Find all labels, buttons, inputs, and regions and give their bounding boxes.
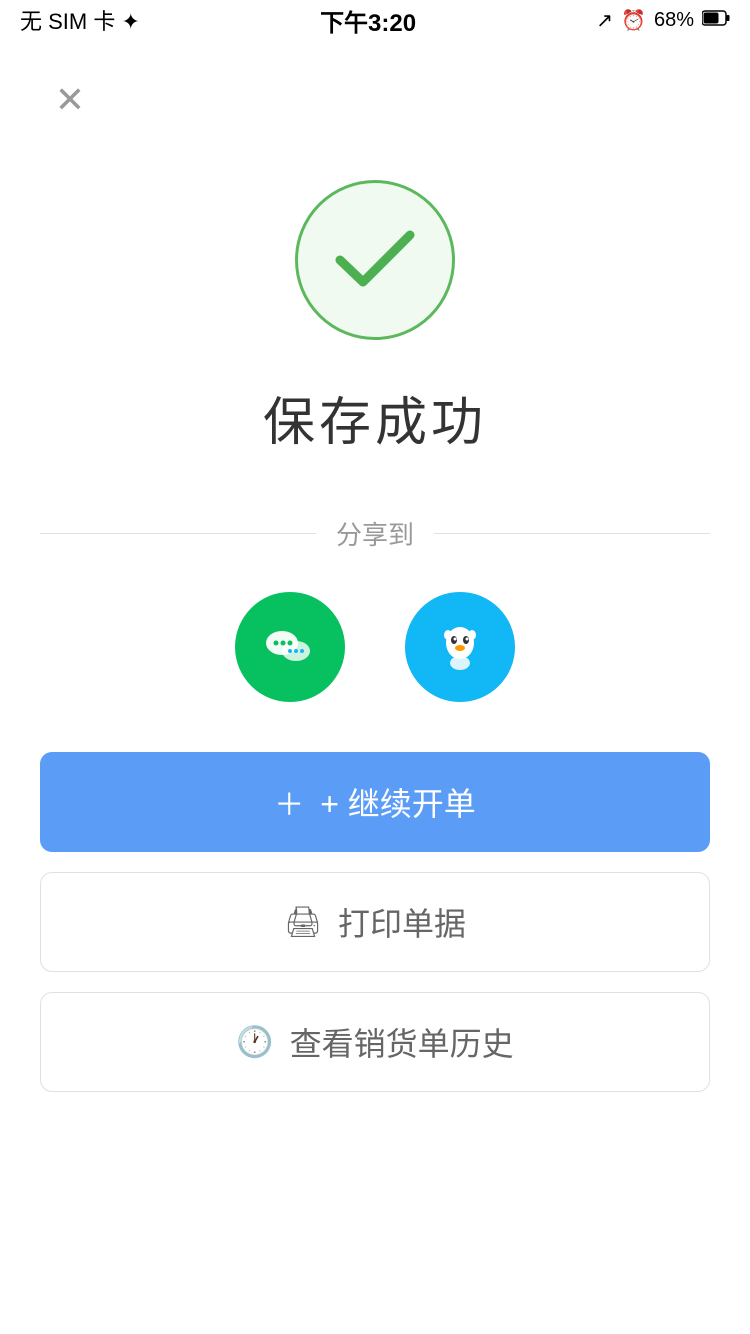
success-title: 保存成功 xyxy=(263,380,487,455)
share-label: 分享到 xyxy=(336,515,414,552)
qq-icon xyxy=(430,617,490,677)
printer-icon: 🖨 xyxy=(284,905,322,940)
status-bar: 无 SIM 卡 ✦ 下午3:20 ↗ ⏰ 68% xyxy=(0,0,750,40)
history-label: 查看销货单历史 xyxy=(290,1019,514,1065)
print-button[interactable]: 🖨 打印单据 xyxy=(40,872,710,972)
history-button[interactable]: 🕐 查看销货单历史 xyxy=(40,992,710,1092)
continue-order-button[interactable]: ＋ + 继续开单 xyxy=(40,752,710,852)
close-icon: ✕ xyxy=(55,79,85,121)
continue-order-label: + 继续开单 xyxy=(320,779,476,825)
divider-right xyxy=(434,533,710,534)
print-label: 打印单据 xyxy=(338,899,466,945)
wechat-icon xyxy=(260,617,320,677)
status-left: 无 SIM 卡 ✦ xyxy=(20,4,140,36)
share-icons-row xyxy=(40,592,710,702)
divider-left xyxy=(40,533,316,534)
action-buttons: ＋ + 继续开单 🖨 打印单据 🕐 查看销货单历史 xyxy=(40,752,710,1092)
main-content: 保存成功 分享到 xyxy=(0,140,750,1334)
share-qq-button[interactable] xyxy=(405,592,515,702)
share-divider: 分享到 xyxy=(40,515,710,552)
location-icon: ↗ xyxy=(596,8,613,33)
share-wechat-button[interactable] xyxy=(235,592,345,702)
plus-icon: ＋ xyxy=(274,780,304,824)
history-icon: 🕐 xyxy=(236,1025,273,1060)
checkmark-icon xyxy=(335,230,415,290)
battery-icon xyxy=(702,9,730,32)
status-time: 下午3:20 xyxy=(320,3,416,38)
success-icon-circle xyxy=(295,180,455,340)
sim-status: 无 SIM 卡 ✦ xyxy=(20,4,140,36)
status-right: ↗ ⏰ 68% xyxy=(596,8,730,33)
close-button[interactable]: ✕ xyxy=(30,60,110,140)
alarm-icon: ⏰ xyxy=(621,8,646,33)
share-section: 分享到 xyxy=(40,515,710,702)
battery-level: 68% xyxy=(654,9,694,32)
